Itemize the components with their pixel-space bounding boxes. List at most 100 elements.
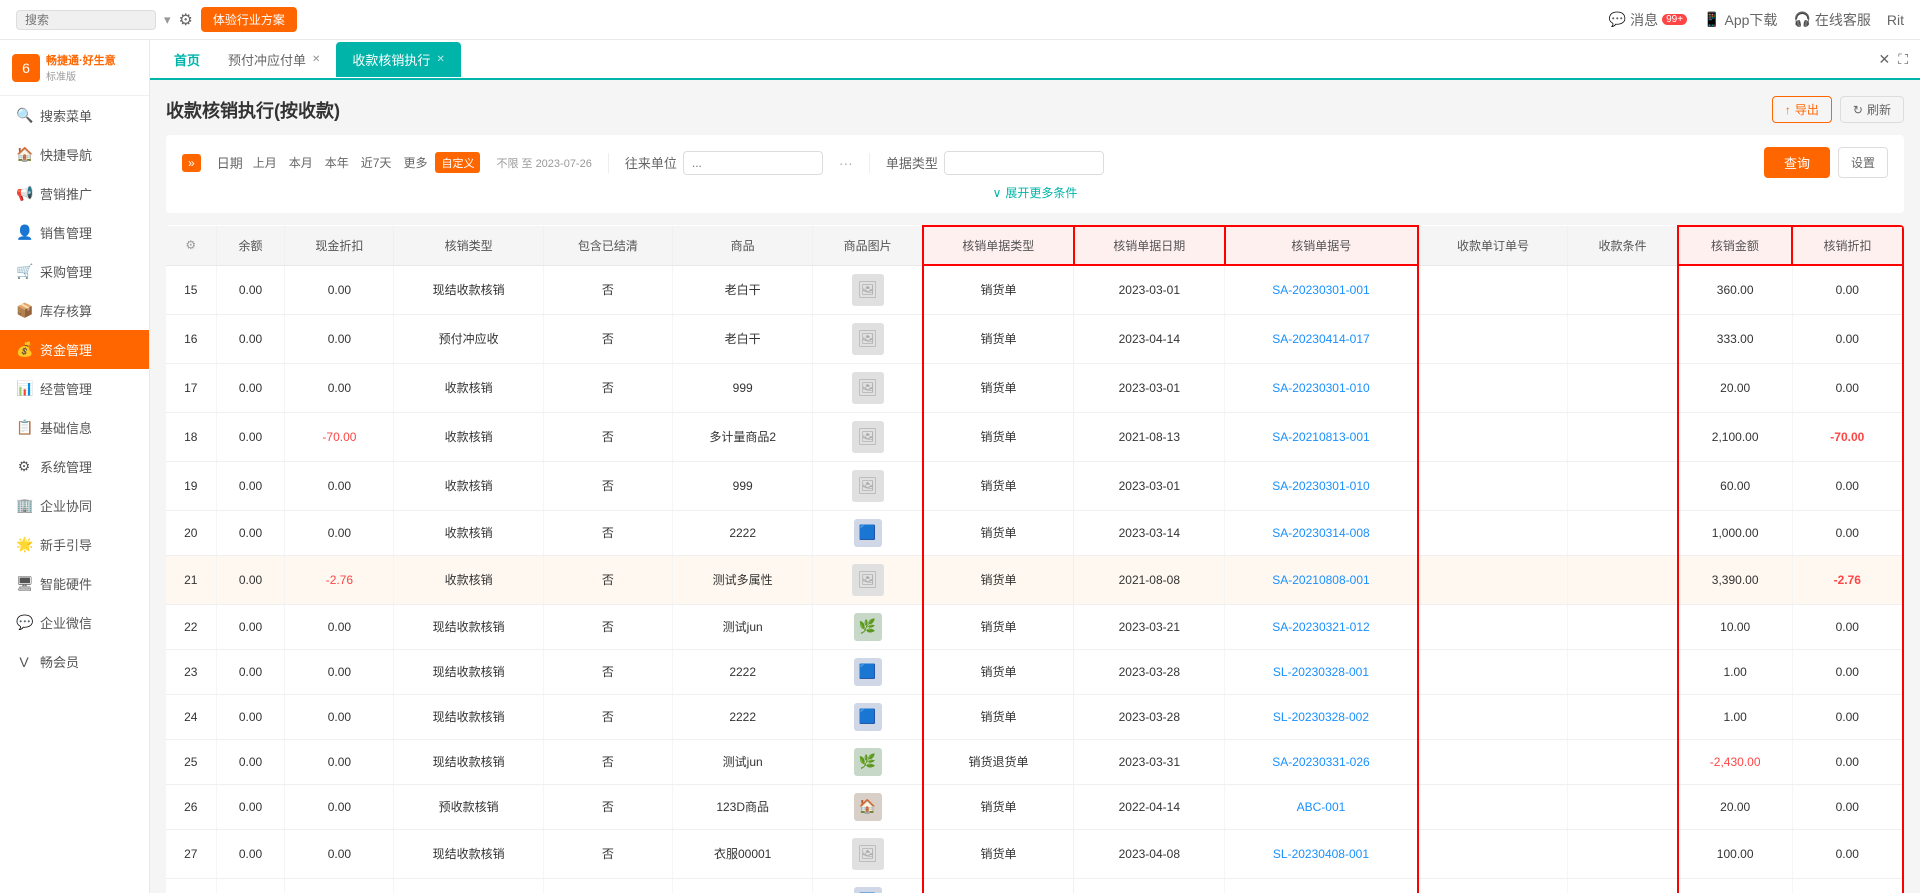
cell-bill-no[interactable]: SA-20230321-012 <box>1225 604 1418 649</box>
cell-bill-no[interactable]: SA-20230331-026 <box>1225 739 1418 784</box>
cell-bill-no[interactable]: ABC-001 <box>1225 784 1418 829</box>
bill-no-link[interactable]: SA-20230314-008 <box>1272 526 1369 540</box>
bill-type-label: 单据类型 <box>886 153 938 172</box>
user-name[interactable]: Rit <box>1887 12 1904 28</box>
cell-bill-no[interactable]: SL-20230418-001 <box>1225 878 1418 893</box>
sidebar-item-quick-nav[interactable]: 🏠快捷导航 <box>0 135 149 174</box>
tab-prepay-close[interactable]: ✕ <box>312 54 320 65</box>
system-icon: ⚙ <box>16 458 32 475</box>
date-btn-more[interactable]: 更多 <box>399 152 431 173</box>
sidebar-item-wechat[interactable]: 💬企业微信 <box>0 603 149 642</box>
bill-no-link[interactable]: SA-20210808-001 <box>1272 573 1369 587</box>
tab-collection[interactable]: 收款核销执行 ✕ <box>336 42 460 77</box>
app-label: App下载 <box>1725 10 1778 30</box>
date-btn-last-month[interactable]: 上月 <box>249 152 281 173</box>
dropdown-icon[interactable]: ▾ <box>164 12 171 28</box>
cell-bill-no[interactable]: SA-20210808-001 <box>1225 555 1418 604</box>
expand-arrow[interactable]: » <box>182 154 201 172</box>
bill-no-link[interactable]: SA-20230301-001 <box>1272 283 1369 297</box>
cell-bill-date: 2023-04-14 <box>1074 314 1225 363</box>
bill-no-link[interactable]: SA-20230321-012 <box>1272 620 1369 634</box>
bill-no-link[interactable]: SL-20230328-002 <box>1273 710 1369 724</box>
cell-bill-no[interactable]: SA-20230314-008 <box>1225 510 1418 555</box>
cell-bill-no[interactable]: SA-20230301-010 <box>1225 461 1418 510</box>
online-service[interactable]: 🎧 在线客服 <box>1793 10 1870 30</box>
sidebar-item-operation[interactable]: 📊经营管理 <box>0 369 149 408</box>
basic-icon: 📋 <box>16 419 32 436</box>
sidebar-item-finance[interactable]: 💰资金管理 <box>0 330 149 369</box>
settings-icon[interactable]: ⚙ <box>179 10 193 30</box>
cell-bill-no[interactable]: SL-20230408-001 <box>1225 829 1418 878</box>
sidebar-item-system[interactable]: ⚙系统管理 <box>0 447 149 486</box>
maximize-btn[interactable]: ⛶ <box>1898 51 1908 68</box>
date-btn-custom[interactable]: 自定义 <box>435 152 480 173</box>
bill-no-link[interactable]: ABC-001 <box>1297 800 1346 814</box>
export-btn[interactable]: ↑ 导出 <box>1772 96 1832 123</box>
bill-no-link[interactable]: SA-20230331-026 <box>1272 755 1369 769</box>
cell-bill-no[interactable]: SL-20230328-002 <box>1225 694 1418 739</box>
cell-goods: 123D商品 <box>672 784 812 829</box>
cell-type: 收款核销 <box>394 461 543 510</box>
sidebar-item-inventory[interactable]: 📦库存核算 <box>0 291 149 330</box>
col-receipt-no: 收款单订单号 <box>1418 226 1568 265</box>
date-btn-this-year[interactable]: 本年 <box>321 152 353 173</box>
cell-type: 现结收款核销 <box>394 878 543 893</box>
cell-bill-no[interactable]: SA-20230301-001 <box>1225 265 1418 314</box>
date-btn-this-month[interactable]: 本月 <box>285 152 317 173</box>
col-bill-type: 核销单据类型 <box>923 226 1074 265</box>
bill-no-link[interactable]: SL-20230328-001 <box>1273 665 1369 679</box>
cell-receipt-no <box>1418 649 1568 694</box>
cell-goods: 衣服00001 <box>672 829 812 878</box>
col-goods-img: 商品图片 <box>813 226 923 265</box>
expand-more[interactable]: ∨ 展开更多条件 <box>182 184 1888 201</box>
cell-goods-img: 🖼 <box>813 412 923 461</box>
cell-index: 19 <box>166 461 216 510</box>
cell-bill-no[interactable]: SA-20230301-010 <box>1225 363 1418 412</box>
sidebar-item-guide[interactable]: 🌟新手引导 <box>0 525 149 564</box>
cell-amount: 60.00 <box>1678 461 1792 510</box>
cell-index: 25 <box>166 739 216 784</box>
sidebar-item-hardware[interactable]: 🖥智能硬件 <box>0 564 149 603</box>
sidebar-item-basic[interactable]: 📋基础信息 <box>0 408 149 447</box>
tab-home[interactable]: 首页 <box>162 42 212 77</box>
cell-bill-type: 销货单 <box>923 510 1074 555</box>
from-unit-input[interactable] <box>683 151 823 175</box>
search-input[interactable] <box>16 10 156 30</box>
cell-bill-no[interactable]: SA-20210813-001 <box>1225 412 1418 461</box>
col-settings[interactable]: ⚙ <box>166 226 216 265</box>
date-btn-7days[interactable]: 近7天 <box>357 152 396 173</box>
bill-no-link[interactable]: SL-20230408-001 <box>1273 847 1369 861</box>
cell-type: 预收款核销 <box>394 784 543 829</box>
expand-btn-left[interactable]: » <box>182 154 201 172</box>
refresh-btn[interactable]: ↻ 刷新 <box>1840 96 1904 123</box>
bill-no-link[interactable]: SA-20230414-017 <box>1272 332 1369 346</box>
cell-bill-no[interactable]: SA-20230414-017 <box>1225 314 1418 363</box>
setting-btn[interactable]: 设置 <box>1838 147 1888 178</box>
logo-text: 畅捷通·好生意 标准版 <box>46 52 116 83</box>
cell-bill-no[interactable]: SL-20230328-001 <box>1225 649 1418 694</box>
app-download[interactable]: 📱 App下载 <box>1703 10 1777 30</box>
sidebar-item-corp[interactable]: 🏢企业协同 <box>0 486 149 525</box>
cell-index: 16 <box>166 314 216 363</box>
bill-no-link[interactable]: SA-20230301-010 <box>1272 381 1369 395</box>
sidebar-item-member[interactable]: V畅会员 <box>0 642 149 681</box>
sidebar-item-sales[interactable]: 👤销售管理 <box>0 213 149 252</box>
industry-btn[interactable]: 体验行业方案 <box>201 7 297 32</box>
message-icon[interactable]: 💬 消息 99+ <box>1609 10 1687 30</box>
col-discount: 核销折扣 <box>1792 226 1903 265</box>
tab-collection-close[interactable]: ✕ <box>436 54 444 65</box>
date-label: 日期 <box>217 153 243 172</box>
bill-no-link[interactable]: SA-20230301-010 <box>1272 479 1369 493</box>
sidebar-item-marketing[interactable]: 📢营销推广 <box>0 174 149 213</box>
query-btn[interactable]: 查询 <box>1764 147 1830 178</box>
sidebar-item-search-menu[interactable]: 🔍搜索菜单 <box>0 96 149 135</box>
bill-no-link[interactable]: SA-20210813-001 <box>1272 430 1369 444</box>
bill-type-select[interactable] <box>944 151 1104 175</box>
logo-icon: 6 <box>12 54 40 82</box>
tab-prepay[interactable]: 预付冲应付单 ✕ <box>212 42 336 77</box>
sidebar-item-purchase[interactable]: 🛒采购管理 <box>0 252 149 291</box>
tab-bar: 首页 预付冲应付单 ✕ 收款核销执行 ✕ ✕ ⛶ <box>150 40 1920 80</box>
cell-type: 现结收款核销 <box>394 265 543 314</box>
cell-goods-img: 🖼 <box>813 314 923 363</box>
close-all-btn[interactable]: ✕ <box>1878 51 1890 68</box>
